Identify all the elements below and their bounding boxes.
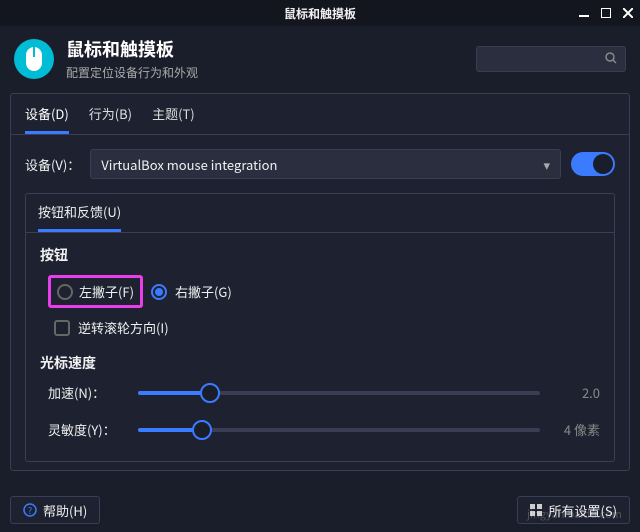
device-combobox[interactable]: VirtualBox mouse integration ▾ [90,149,561,179]
device-selected: VirtualBox mouse integration [101,155,277,174]
help-button[interactable]: ? 帮助(H) [10,496,100,524]
accel-value: 2.0 [550,383,600,402]
buttons-title: 按钮 [40,245,600,265]
close-icon[interactable] [622,7,634,19]
device-row: 设备(V)： VirtualBox mouse integration ▾ [25,149,615,179]
search-icon [605,49,617,68]
left-handed-highlight: 左撇子(F) [48,275,143,308]
help-label: 帮助(H) [43,501,87,520]
reverse-scroll-label[interactable]: 逆转滚轮方向(I) [78,318,169,337]
right-handed-radio[interactable] [151,284,167,300]
page-title: 鼠标和触摸板 [66,36,198,62]
tab-behavior[interactable]: 行为(B) [89,104,132,134]
grid-icon [530,504,542,516]
tab-content: 设备(V)： VirtualBox mouse integration ▾ 按钮… [11,135,629,476]
sens-slider-thumb[interactable] [192,420,212,440]
bottom-bar: ? 帮助(H) 所有设置(S) [10,496,630,524]
accel-row: 加速(N)： 2.0 [48,383,600,402]
help-icon: ? [23,503,37,517]
cursor-section: 光标速度 加速(N)： 2.0 灵敏度(Y)： 4 像素 [26,341,614,461]
sens-slider[interactable] [138,428,540,432]
header: 鼠标和触摸板 配置定位设备行为和外观 [0,26,640,93]
sens-row: 灵敏度(Y)： 4 像素 [48,420,600,439]
main-frame: 设备(D) 行为(B) 主题(T) 设备(V)： VirtualBox mous… [10,93,630,471]
left-handed-radio[interactable] [57,284,73,300]
svg-text:?: ? [28,504,32,517]
right-handed-label[interactable]: 右撇子(G) [175,282,232,301]
search-input[interactable] [476,46,626,72]
reverse-scroll-checkbox[interactable] [54,320,70,336]
tabs: 设备(D) 行为(B) 主题(T) [11,94,629,135]
cursor-title: 光标速度 [40,353,600,373]
all-settings-label: 所有设置(S) [548,501,617,520]
minimize-icon[interactable] [578,7,590,19]
handedness-row: 左撇子(F) 右撇子(G) [48,275,600,308]
left-handed-label[interactable]: 左撇子(F) [79,282,134,301]
accel-label: 加速(N)： [48,383,128,402]
window-controls [578,0,634,26]
titlebar: 鼠标和触摸板 [0,0,640,26]
accel-slider-thumb[interactable] [200,383,220,403]
reverse-scroll-row: 逆转滚轮方向(I) [54,318,600,337]
tab-theme[interactable]: 主题(T) [152,104,195,134]
maximize-icon[interactable] [600,7,612,19]
page-subtitle: 配置定位设备行为和外观 [66,64,198,81]
tab-buttons-feedback[interactable]: 按钮和反馈(U) [38,202,121,232]
sens-label: 灵敏度(Y)： [48,420,128,439]
accel-slider[interactable] [138,391,540,395]
device-label: 设备(V)： [25,155,80,174]
chevron-down-icon: ▾ [543,155,550,174]
header-text: 鼠标和触摸板 配置定位设备行为和外观 [66,36,198,81]
tab-device[interactable]: 设备(D) [25,104,69,134]
mouse-icon [14,39,54,79]
inner-tabs: 按钮和反馈(U) [26,194,614,233]
device-toggle[interactable] [571,152,615,176]
all-settings-button[interactable]: 所有设置(S) [517,496,630,524]
window-title: 鼠标和触摸板 [284,5,356,22]
inner-frame: 按钮和反馈(U) 按钮 左撇子(F) 右撇子(G) 逆转滚轮方向(I) [25,193,615,462]
buttons-section: 按钮 左撇子(F) 右撇子(G) 逆转滚轮方向(I) [26,233,614,341]
sens-value: 4 像素 [550,420,600,439]
